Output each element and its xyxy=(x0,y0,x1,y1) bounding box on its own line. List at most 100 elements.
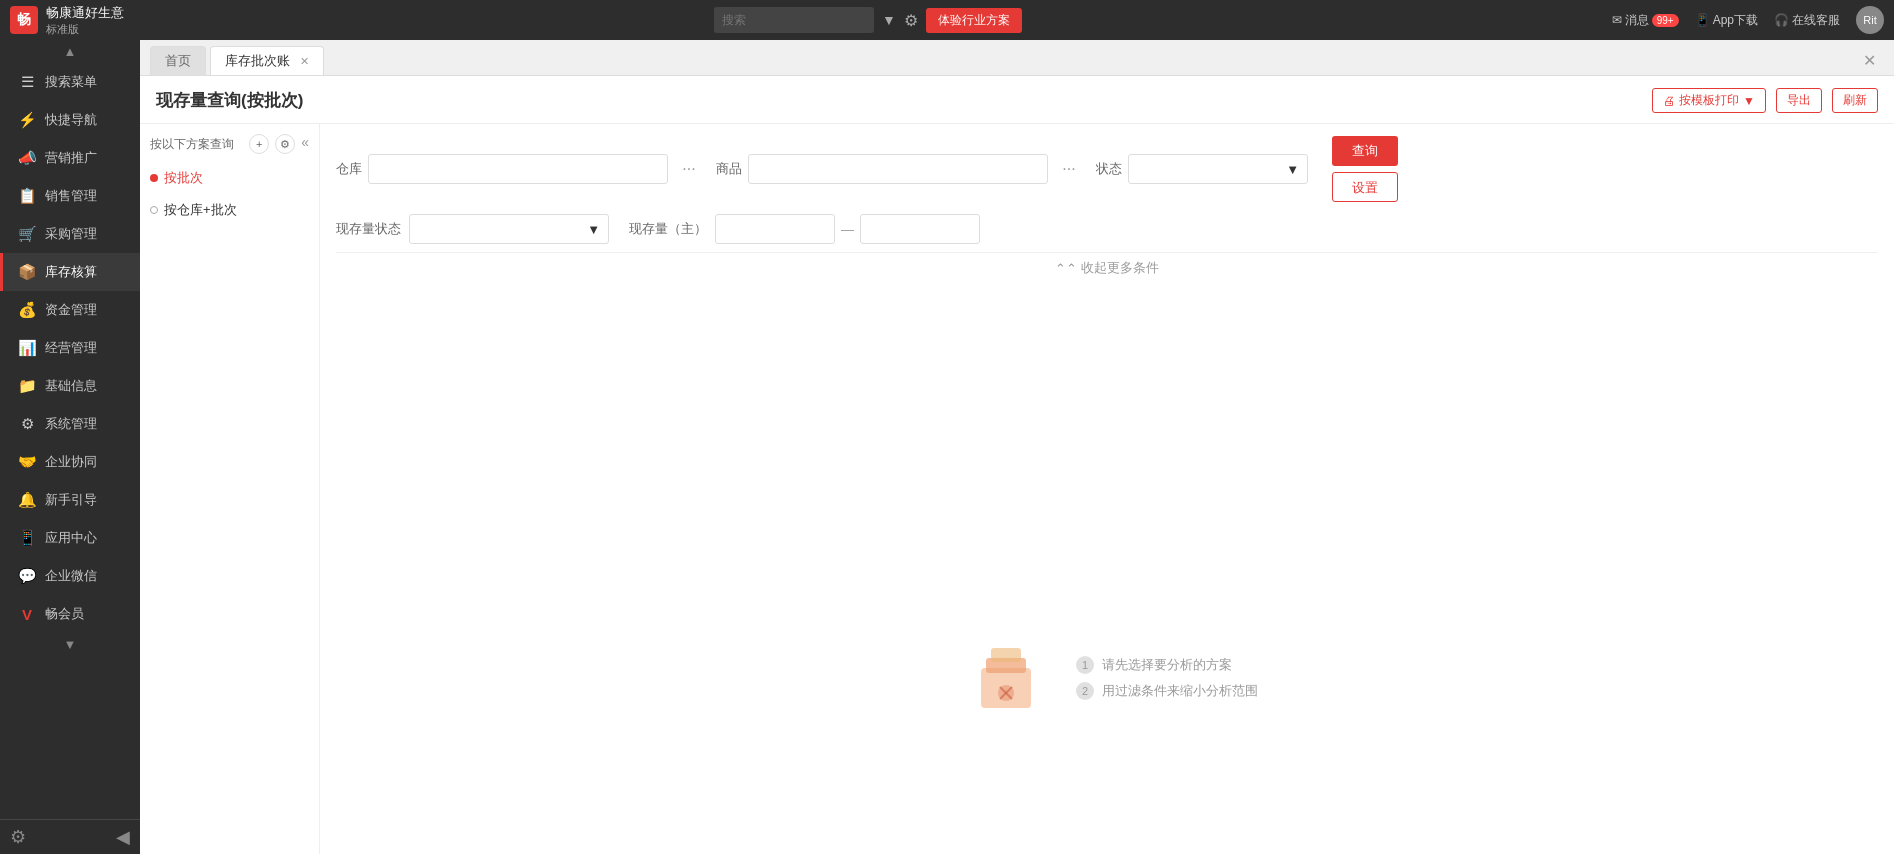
sidebar-settings-icon[interactable]: ⚙ xyxy=(10,826,26,848)
sidebar-label: 新手引导 xyxy=(45,491,97,509)
inventory-status-select[interactable]: ▼ xyxy=(409,214,609,244)
message-icon: ✉ xyxy=(1612,13,1622,27)
inventory-amount-from[interactable] xyxy=(715,214,835,244)
sidebar-scroll-up[interactable]: ▲ xyxy=(0,40,140,63)
query-button[interactable]: 查询 xyxy=(1332,136,1398,166)
sidebar-item-vip[interactable]: V 畅会员 xyxy=(0,595,140,633)
sidebar-label: 采购管理 xyxy=(45,225,97,243)
sidebar-label: 搜索菜单 xyxy=(45,73,97,91)
scheme-label: 按仓库+批次 xyxy=(164,201,237,219)
warehouse-input[interactable] xyxy=(368,154,668,184)
sidebar-item-operations[interactable]: 📊 经营管理 xyxy=(0,329,140,367)
tab-inventory-batch[interactable]: 库存批次账 ✕ xyxy=(210,46,324,75)
settings-icon[interactable]: ⚙ xyxy=(904,11,918,30)
inventory-status-label: 现存量状态 xyxy=(336,220,401,238)
messages-badge: 99+ xyxy=(1652,14,1679,27)
export-button[interactable]: 导出 xyxy=(1776,88,1822,113)
product-input[interactable] xyxy=(748,154,1048,184)
print-dropdown-icon[interactable]: ▼ xyxy=(1743,94,1755,108)
sidebar-item-finance[interactable]: 💰 资金管理 xyxy=(0,291,140,329)
inventory-amount-to[interactable] xyxy=(860,214,980,244)
user-profile[interactable]: Rit xyxy=(1856,6,1884,34)
status-dropdown-icon: ▼ xyxy=(1286,162,1299,177)
sidebar-item-quick-nav[interactable]: ⚡ 快捷导航 xyxy=(0,101,140,139)
product-label: 商品 xyxy=(716,160,742,178)
app-download-btn[interactable]: 📱 App下载 xyxy=(1695,12,1758,29)
inventory-amount-range: — xyxy=(715,214,980,244)
search-dropdown-icon[interactable]: ▼ xyxy=(882,12,896,28)
tab-home-label: 首页 xyxy=(165,53,191,68)
top-bar-center: ▼ ⚙ 体验行业方案 xyxy=(714,7,1022,33)
inventory-amount-label: 现存量（主） xyxy=(629,220,707,238)
filter-area: 仓库 ··· 商品 ··· 状态 xyxy=(320,124,1894,501)
tip-2-text: 用过滤条件来缩小分析范围 xyxy=(1102,682,1258,700)
scheme-item-by-batch[interactable]: 按批次 xyxy=(140,162,319,194)
sidebar-label: 企业协同 xyxy=(45,453,97,471)
product-more-icon[interactable]: ··· xyxy=(1054,160,1084,178)
tab-home[interactable]: 首页 xyxy=(150,46,206,75)
new-guide-icon: 🔔 xyxy=(17,491,37,509)
printer-icon: 🖨 xyxy=(1663,94,1675,108)
sidebar-label: 应用中心 xyxy=(45,529,97,547)
sidebar-label: 畅会员 xyxy=(45,605,84,623)
collapse-chevron-icon: ⌃⌃ xyxy=(1055,261,1077,276)
sidebar-label: 资金管理 xyxy=(45,301,97,319)
sales-icon: 📋 xyxy=(17,187,37,205)
sidebar-item-purchase[interactable]: 🛒 采购管理 xyxy=(0,215,140,253)
collapse-label: 收起更多条件 xyxy=(1081,259,1159,277)
inventory-status-filter: 现存量状态 ▼ xyxy=(336,214,609,244)
status-select[interactable]: ▼ xyxy=(1128,154,1308,184)
print-button[interactable]: 🖨 按模板打印 ▼ xyxy=(1652,88,1766,113)
sidebar-item-new-guide[interactable]: 🔔 新手引导 xyxy=(0,481,140,519)
inactive-dot xyxy=(150,206,158,214)
sidebar-item-enterprise[interactable]: 🤝 企业协同 xyxy=(0,443,140,481)
warehouse-filter: 仓库 ··· xyxy=(336,154,704,184)
messages-btn[interactable]: ✉ 消息 99+ xyxy=(1612,12,1679,29)
scheme-item-by-warehouse-batch[interactable]: 按仓库+批次 xyxy=(140,194,319,226)
tab-bar: 首页 库存批次账 ✕ ✕ xyxy=(140,40,1894,76)
tab-close-icon[interactable]: ✕ xyxy=(300,55,309,67)
page-title: 现存量查询(按批次) xyxy=(156,89,303,112)
empty-tip-2: 2 用过滤条件来缩小分析范围 xyxy=(1076,682,1258,700)
sidebar-label: 经营管理 xyxy=(45,339,97,357)
search-input[interactable] xyxy=(714,7,874,33)
sidebar-item-inventory[interactable]: 📦 库存核算 xyxy=(0,253,140,291)
add-scheme-button[interactable]: + xyxy=(249,134,269,154)
sidebar-collapse-icon[interactable]: ◀ xyxy=(116,826,130,848)
warehouse-more-icon[interactable]: ··· xyxy=(674,160,704,178)
sidebar-item-search-menu[interactable]: ☰ 搜索菜单 xyxy=(0,63,140,101)
inventory-icon: 📦 xyxy=(17,263,37,281)
operations-icon: 📊 xyxy=(17,339,37,357)
sidebar-item-enterprise-wechat[interactable]: 💬 企业微信 xyxy=(0,557,140,595)
collapse-more-button[interactable]: ⌃⌃ 收起更多条件 xyxy=(336,252,1878,283)
sidebar-item-marketing[interactable]: 📣 营销推广 xyxy=(0,139,140,177)
sidebar-item-app-center[interactable]: 📱 应用中心 xyxy=(0,519,140,557)
top-bar-left: 畅 畅康通好生意 标准版 xyxy=(10,4,124,37)
sidebar-item-sales[interactable]: 📋 销售管理 xyxy=(0,177,140,215)
sidebar-label: 销售管理 xyxy=(45,187,97,205)
settings-button[interactable]: 设置 xyxy=(1332,172,1398,202)
tip-2-num: 2 xyxy=(1076,682,1094,700)
scheme-label: 按批次 xyxy=(164,169,203,187)
refresh-button[interactable]: 刷新 xyxy=(1832,88,1878,113)
sidebar-label: 营销推广 xyxy=(45,149,97,167)
active-dot xyxy=(150,174,158,182)
vip-icon: V xyxy=(17,606,37,623)
enterprise-wechat-icon: 💬 xyxy=(17,567,37,585)
sidebar-scroll-down[interactable]: ▼ xyxy=(0,633,140,656)
main-layout: ▲ ☰ 搜索菜单 ⚡ 快捷导航 📣 营销推广 📋 销售管理 🛒 采购管理 📦 库… xyxy=(0,40,1894,854)
tip-1-num: 1 xyxy=(1076,656,1094,674)
trial-button[interactable]: 体验行业方案 xyxy=(926,8,1022,33)
sidebar-item-basic-info[interactable]: 📁 基础信息 xyxy=(0,367,140,405)
left-panel-header: 按以下方案查询 + ⚙ « xyxy=(140,134,319,162)
tab-inventory-batch-label: 库存批次账 xyxy=(225,53,290,68)
panel-collapse-button[interactable]: « xyxy=(301,134,309,154)
top-bar-right: ✉ 消息 99+ 📱 App下载 🎧 在线客服 Rit xyxy=(1612,6,1884,34)
top-bar: 畅 畅康通好生意 标准版 ▼ ⚙ 体验行业方案 ✉ 消息 99+ 📱 App下载… xyxy=(0,0,1894,40)
app-title: 畅康通好生意 xyxy=(46,4,124,22)
scheme-settings-button[interactable]: ⚙ xyxy=(275,134,295,154)
sidebar-item-system[interactable]: ⚙ 系统管理 xyxy=(0,405,140,443)
left-panel-title: 按以下方案查询 xyxy=(150,136,234,153)
tab-close-all-icon[interactable]: ✕ xyxy=(1855,47,1884,74)
online-service-btn[interactable]: 🎧 在线客服 xyxy=(1774,12,1840,29)
